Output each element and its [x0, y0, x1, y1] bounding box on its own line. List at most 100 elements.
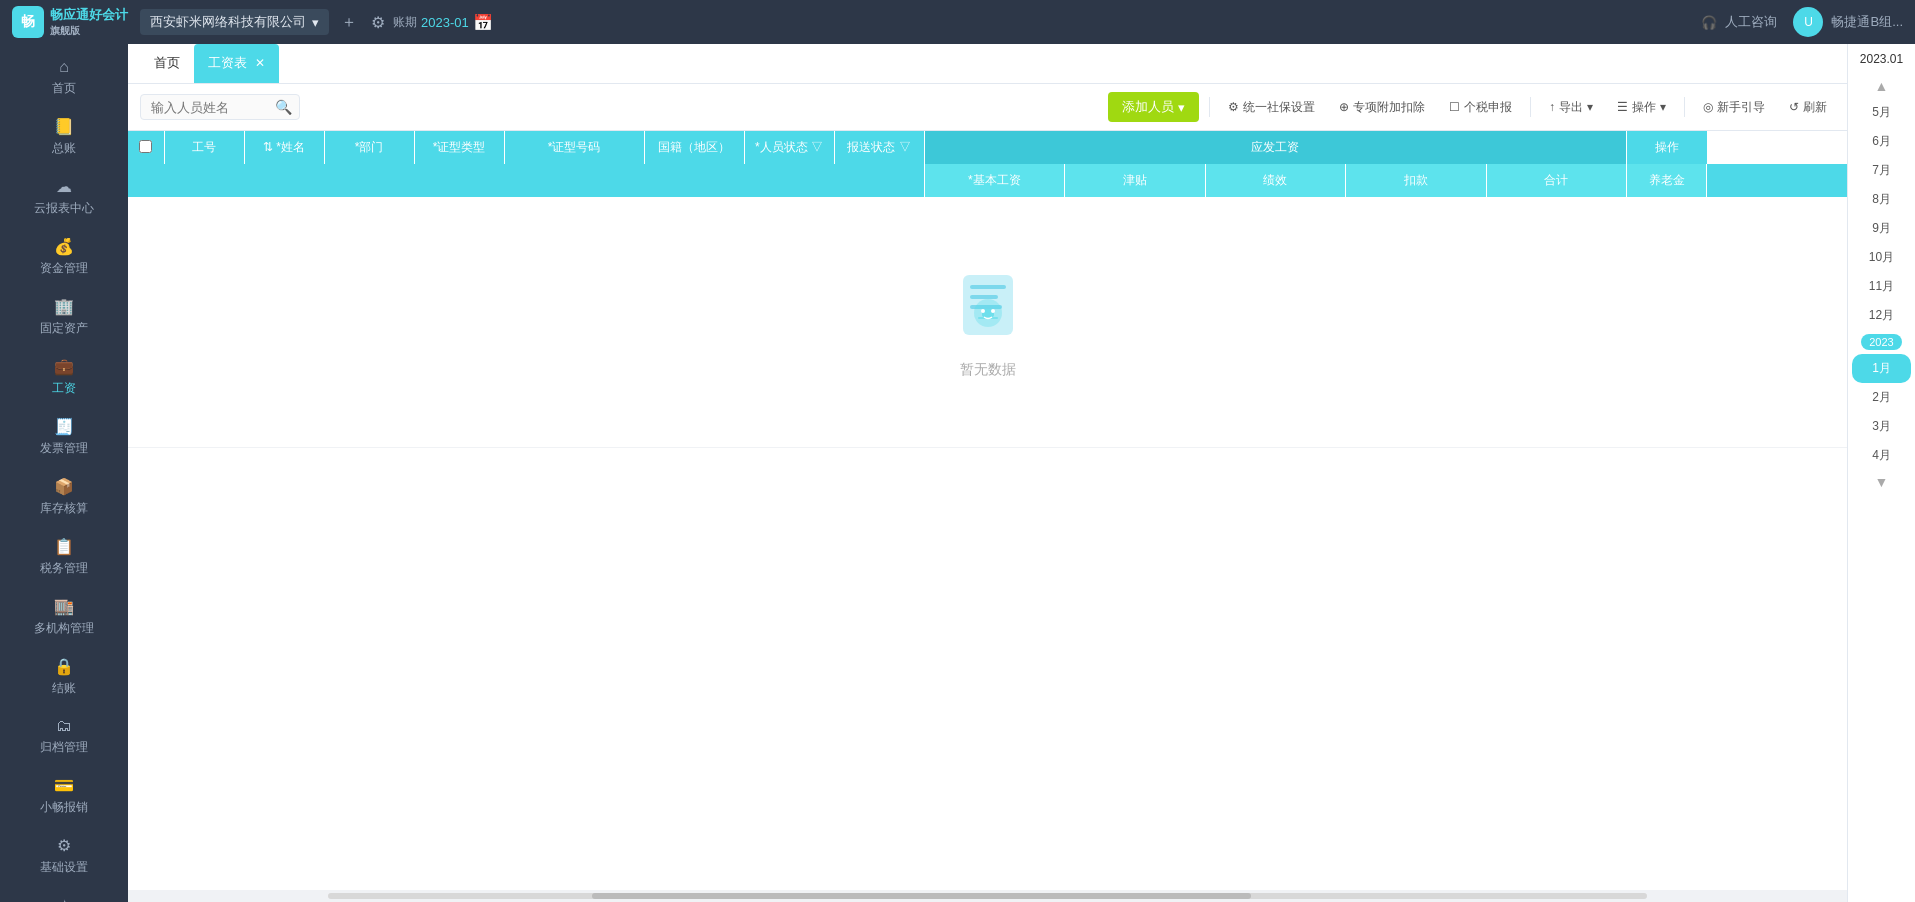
- empty-state-cell: 暂无数据: [128, 197, 1847, 448]
- ledger-icon: 📒: [54, 117, 74, 136]
- sidebar-item-guide[interactable]: ✦ 新手引导: [0, 886, 128, 902]
- svg-point-8: [991, 309, 995, 313]
- period-up-nav[interactable]: ▲: [1871, 74, 1893, 98]
- calendar-icon[interactable]: 📅: [473, 13, 493, 32]
- sidebar-item-multi[interactable]: 🏬 多机构管理: [0, 587, 128, 647]
- sidebar-item-asset[interactable]: 🏢 固定资产: [0, 287, 128, 347]
- period-month-3[interactable]: 3月: [1848, 412, 1915, 441]
- operate-chevron: ▾: [1660, 100, 1666, 114]
- period-month-4[interactable]: 4月: [1848, 441, 1915, 470]
- tax-return-button[interactable]: ☐ 个税申报: [1441, 95, 1520, 120]
- empty-icon: [948, 265, 1028, 345]
- sidebar-item-closing[interactable]: 🔒 结账: [0, 647, 128, 707]
- sidebar-label-closing: 结账: [52, 680, 76, 697]
- settings-icon[interactable]: ⚙: [371, 13, 385, 32]
- tab-payroll-label: 工资表: [208, 54, 247, 72]
- settings-nav-icon: ⚙: [57, 836, 71, 855]
- sidebar-item-home[interactable]: ⌂ 首页: [0, 48, 128, 107]
- add-person-button[interactable]: 添加人员 ▾: [1108, 92, 1199, 122]
- period-current-display: 2023.01: [1856, 44, 1907, 74]
- sidebar-label-archive: 归档管理: [40, 739, 88, 756]
- sidebar-label-multi: 多机构管理: [34, 620, 94, 637]
- tab-close-icon[interactable]: ✕: [255, 56, 265, 70]
- company-selector[interactable]: 西安虾米网络科技有限公司 ▾: [140, 9, 329, 35]
- sidebar-label-payroll: 工资: [52, 380, 76, 397]
- newbie-guide-button[interactable]: ◎ 新手引导: [1695, 95, 1773, 120]
- divider-2: [1530, 97, 1531, 117]
- add-company-button[interactable]: ＋: [341, 12, 357, 33]
- divider-1: [1209, 97, 1210, 117]
- sidebar-item-settings[interactable]: ⚙ 基础设置: [0, 826, 128, 886]
- svg-rect-2: [970, 295, 998, 299]
- period-month-8[interactable]: 8月: [1848, 185, 1915, 214]
- period-value: 2023-01: [421, 15, 469, 30]
- period-month-5[interactable]: 5月: [1848, 98, 1915, 127]
- period-month-10[interactable]: 10月: [1848, 243, 1915, 272]
- select-all-checkbox[interactable]: [139, 140, 152, 153]
- tab-payroll-table[interactable]: 工资表 ✕: [194, 44, 279, 83]
- sidebar-label-ledger: 总账: [52, 140, 76, 157]
- scrollbar-track[interactable]: [328, 893, 1647, 899]
- sidebar-item-archive[interactable]: 🗂 归档管理: [0, 707, 128, 766]
- th-deduct: 扣款: [1346, 164, 1487, 197]
- archive-icon: 🗂: [56, 717, 72, 735]
- th-reportstatus[interactable]: 报送状态 ▽: [834, 131, 924, 164]
- sidebar-item-fund[interactable]: 💰 资金管理: [0, 227, 128, 287]
- service-label: 人工咨询: [1725, 13, 1777, 31]
- app-name: 畅应通好会计: [50, 7, 128, 22]
- th-pension: 养老金: [1627, 164, 1707, 197]
- empty-state: 暂无数据: [134, 205, 1841, 439]
- service-button[interactable]: 🎧 人工咨询: [1701, 13, 1777, 31]
- search-input[interactable]: [151, 100, 271, 115]
- period-month-12[interactable]: 12月: [1848, 301, 1915, 330]
- toolbar: 🔍 添加人员 ▾ ⚙ 统一社保设置 ⊕ 专项附加扣除 ☐: [128, 84, 1847, 131]
- sidebar-item-invoice[interactable]: 🧾 发票管理: [0, 407, 128, 467]
- th-salary-group: 应发工资: [924, 131, 1627, 164]
- period-year-badge[interactable]: 2023: [1861, 334, 1901, 350]
- period-month-7[interactable]: 7月: [1848, 156, 1915, 185]
- th-checkbox[interactable]: [128, 131, 164, 164]
- search-icon: 🔍: [275, 99, 292, 115]
- headset-icon: 🎧: [1701, 15, 1717, 30]
- svg-rect-1: [970, 285, 1006, 289]
- th-performance: 绩效: [1205, 164, 1346, 197]
- period-month-2[interactable]: 2月: [1848, 383, 1915, 412]
- th-perstatus[interactable]: *人员状态 ▽: [744, 131, 834, 164]
- operate-icon: ☰: [1617, 100, 1628, 114]
- sidebar-item-inventory[interactable]: 📦 库存核算: [0, 467, 128, 527]
- sidebar-item-report[interactable]: ☁ 云报表中心: [0, 167, 128, 227]
- period-month-1[interactable]: 1月: [1852, 354, 1911, 383]
- guide-btn-icon: ◎: [1703, 100, 1713, 114]
- deduct-icon: ⊕: [1339, 100, 1349, 114]
- toolbar-right: 添加人员 ▾ ⚙ 统一社保设置 ⊕ 专项附加扣除 ☐ 个税申报: [1108, 92, 1835, 122]
- top-bar-actions: ＋ ⚙: [341, 12, 385, 33]
- sidebar-item-expense[interactable]: 💳 小畅报销: [0, 766, 128, 826]
- sidebar-item-payroll[interactable]: 💼 工资: [0, 347, 128, 407]
- period-panel: 2023.01 ▲ 5月 6月 7月 8月 9月 10月 11月 12月 202…: [1847, 44, 1915, 902]
- extra-deduct-button[interactable]: ⊕ 专项附加扣除: [1331, 95, 1433, 120]
- sidebar-item-tax[interactable]: 📋 税务管理: [0, 527, 128, 587]
- filter-icon-perstatus: ▽: [811, 140, 823, 154]
- multi-icon: 🏬: [54, 597, 74, 616]
- scrollbar-thumb[interactable]: [592, 893, 1252, 899]
- export-button[interactable]: ↑ 导出 ▾: [1541, 95, 1601, 120]
- refresh-button[interactable]: ↺ 刷新: [1781, 95, 1835, 120]
- th-total: 合计: [1486, 164, 1627, 197]
- sidebar-label-fund: 资金管理: [40, 260, 88, 277]
- search-container: 🔍: [140, 94, 300, 120]
- tab-home[interactable]: 首页: [140, 44, 194, 83]
- social-insurance-button[interactable]: ⚙ 统一社保设置: [1220, 95, 1323, 120]
- sidebar-label-expense: 小畅报销: [40, 799, 88, 816]
- period-month-6[interactable]: 6月: [1848, 127, 1915, 156]
- sidebar-label-asset: 固定资产: [40, 320, 88, 337]
- top-bar-right: 🎧 人工咨询 U 畅捷通B组...: [1701, 7, 1903, 37]
- th-idtype: *证型类型: [414, 131, 504, 164]
- period-month-9[interactable]: 9月: [1848, 214, 1915, 243]
- operate-button[interactable]: ☰ 操作 ▾: [1609, 95, 1674, 120]
- period-down-nav[interactable]: ▼: [1871, 470, 1893, 494]
- period-month-11[interactable]: 11月: [1848, 272, 1915, 301]
- horizontal-scrollbar[interactable]: [128, 890, 1847, 902]
- user-menu[interactable]: U 畅捷通B组...: [1793, 7, 1903, 37]
- tab-bar: 首页 工资表 ✕: [128, 44, 1847, 84]
- sidebar-item-ledger[interactable]: 📒 总账: [0, 107, 128, 167]
